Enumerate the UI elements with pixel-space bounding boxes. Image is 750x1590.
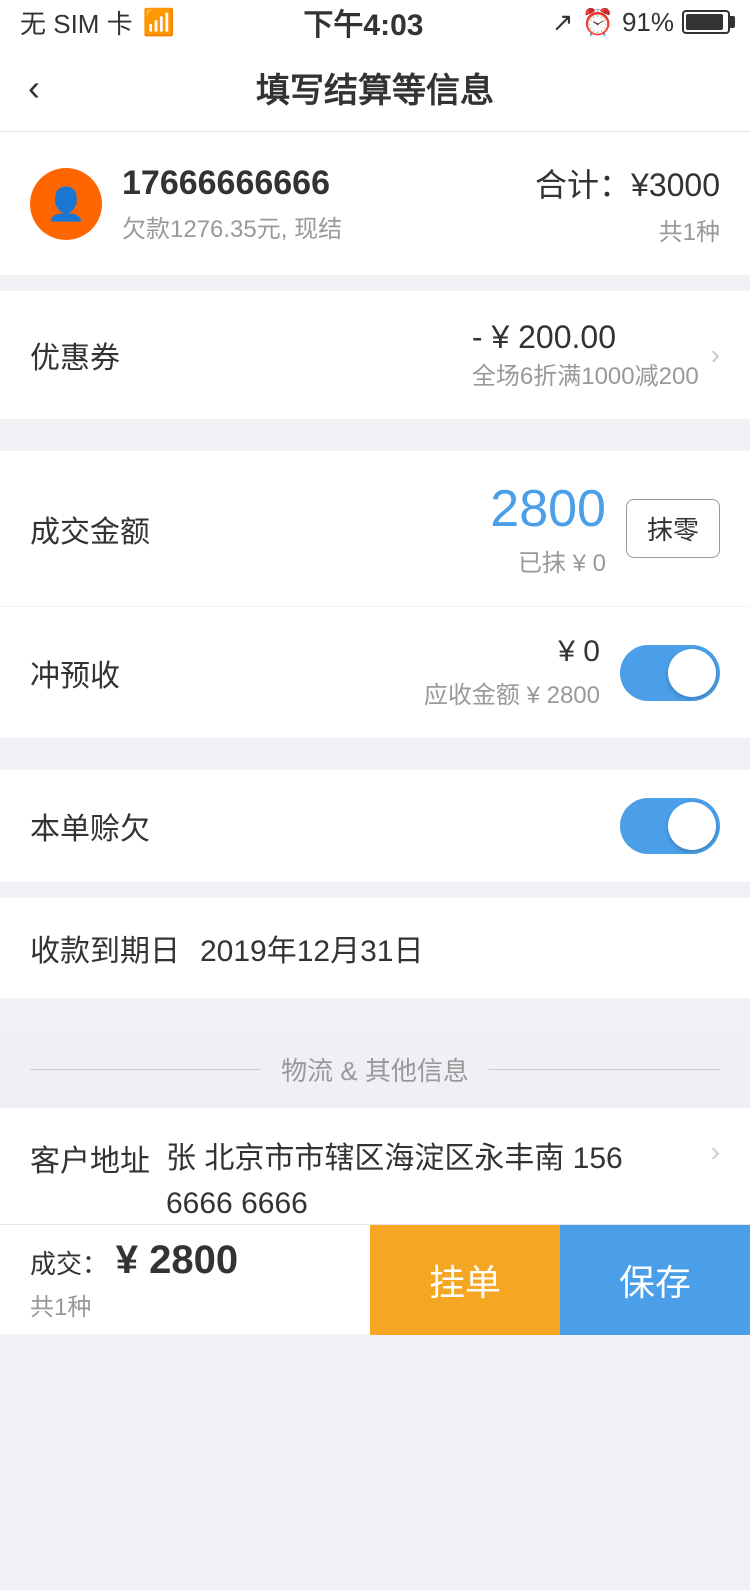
transaction-section: 成交金额 2800 已抹 ¥ 0 抹零 冲预收 ¥ 0 应收金额 — [0, 451, 750, 738]
battery-text: 91% — [622, 7, 674, 38]
coupon-info: - ¥ 200.00 全场6折满1000减200 — [472, 319, 699, 391]
nav-bar: ‹ 填写结算等信息 — [0, 44, 750, 132]
section-separator-1 — [0, 435, 750, 451]
credit-toggle-circle — [668, 802, 716, 850]
customer-card: 👤 17666666666 欠款1276.35元, 现结 合计：¥3000 共1… — [0, 132, 750, 275]
total-value: ¥3000 — [631, 167, 720, 203]
address-label: 客户地址 — [30, 1136, 150, 1180]
address-chevron-icon: › — [711, 1136, 720, 1168]
customer-left: 👤 17666666666 欠款1276.35元, 现结 — [30, 164, 342, 244]
chongyu-amount: ¥ 0 — [558, 635, 600, 669]
bottom-bar: 成交： ¥ 2800 共1种 挂单 保存 — [0, 1224, 750, 1334]
bottom-transaction-label: 成交： — [30, 1249, 108, 1279]
due-date-label: 收款到期日 — [30, 926, 180, 970]
chongyu-col: ¥ 0 应收金额 ¥ 2800 — [424, 635, 600, 710]
coupon-discount: - ¥ 200.00 — [472, 319, 699, 356]
coupon-chevron-icon: › — [711, 339, 720, 371]
credit-toggle[interactable] — [620, 798, 720, 854]
status-left: 无 SIM 卡 📶 — [20, 4, 175, 41]
bottom-count: 共1种 — [30, 1287, 340, 1322]
transaction-label: 成交金额 — [30, 507, 150, 551]
pending-button[interactable]: 挂单 — [370, 1225, 560, 1335]
divider-line-right — [489, 1069, 720, 1070]
transaction-amount: 2800 — [490, 479, 606, 539]
bottom-transaction-amount: ¥ 2800 — [116, 1238, 238, 1282]
logistics-divider: 物流 & 其他信息 — [0, 1031, 750, 1108]
alarm-icon: ⏰ — [582, 7, 614, 38]
already-rounded-value: ¥ 0 — [573, 550, 606, 577]
already-rounded-label: 已抹 — [518, 550, 566, 577]
section-separator-3 — [0, 1015, 750, 1031]
chongyu-row: 冲预收 ¥ 0 应收金额 ¥ 2800 — [0, 607, 750, 738]
coupon-label: 优惠券 — [30, 333, 120, 377]
content-area: 👤 17666666666 欠款1276.35元, 现结 合计：¥3000 共1… — [0, 132, 750, 1590]
chongyu-label: 冲预收 — [30, 651, 120, 695]
chongyu-toggle[interactable] — [620, 645, 720, 701]
toggle-circle — [668, 649, 716, 697]
credit-label: 本单赊欠 — [30, 804, 150, 848]
battery-icon — [682, 10, 730, 34]
address-value: 张 北京市市辖区海淀区永丰南 156 6666 6666 — [166, 1136, 695, 1226]
status-right: ↗ ⏰ 91% — [552, 7, 730, 38]
transaction-right: 2800 已抹 ¥ 0 抹零 — [490, 479, 720, 578]
avatar: 👤 — [30, 168, 102, 240]
section-separator-2 — [0, 754, 750, 770]
transaction-row: 成交金额 2800 已抹 ¥ 0 抹零 — [0, 451, 750, 607]
amount-col: 2800 已抹 ¥ 0 — [490, 479, 606, 578]
status-bar: 无 SIM 卡 📶 下午4:03 ↗ ⏰ 91% — [0, 0, 750, 44]
credit-right — [620, 798, 720, 854]
total-label: 合计： — [535, 167, 631, 203]
divider-line-left — [30, 1069, 261, 1070]
already-rounded: 已抹 ¥ 0 — [518, 543, 606, 578]
customer-debt: 欠款1276.35元, 现结 — [122, 209, 342, 244]
due-date-row: 收款到期日 2019年12月31日 — [0, 898, 750, 999]
credit-section: 本单赊欠 — [0, 770, 750, 882]
total-amount: 合计：¥3000 — [535, 160, 720, 206]
credit-row: 本单赊欠 — [0, 770, 750, 882]
customer-phone: 17666666666 — [122, 164, 342, 203]
bottom-summary: 成交： ¥ 2800 共1种 — [0, 1238, 370, 1322]
coupon-desc: 全场6折满1000减200 — [472, 356, 699, 391]
coupon-row[interactable]: 优惠券 - ¥ 200.00 全场6折满1000减200 › — [0, 291, 750, 419]
bottom-transaction-line: 成交： ¥ 2800 — [30, 1238, 340, 1283]
customer-info: 17666666666 欠款1276.35元, 现结 — [122, 164, 342, 244]
save-button[interactable]: 保存 — [560, 1225, 750, 1335]
page-title: 填写结算等信息 — [256, 63, 494, 112]
chongyu-sub-label: 应收金额 — [424, 682, 520, 709]
coupon-right: - ¥ 200.00 全场6折满1000减200 › — [472, 319, 720, 391]
wifi-icon: 📶 — [143, 7, 175, 38]
chongyu-sub-amount: ¥ 2800 — [527, 682, 600, 709]
customer-total: 合计：¥3000 共1种 — [535, 160, 720, 247]
total-count: 共1种 — [535, 212, 720, 247]
chongyu-sub: 应收金额 ¥ 2800 — [424, 675, 600, 710]
round-off-button[interactable]: 抹零 — [626, 499, 720, 558]
chongyu-right: ¥ 0 应收金额 ¥ 2800 — [424, 635, 720, 710]
back-button[interactable]: ‹ — [28, 67, 40, 109]
location-icon: ↗ — [552, 7, 574, 38]
logistics-label: 物流 & 其他信息 — [281, 1051, 469, 1088]
status-time: 下午4:03 — [303, 0, 423, 44]
due-date-value: 2019年12月31日 — [200, 926, 423, 970]
carrier-text: 无 SIM 卡 — [20, 4, 133, 41]
